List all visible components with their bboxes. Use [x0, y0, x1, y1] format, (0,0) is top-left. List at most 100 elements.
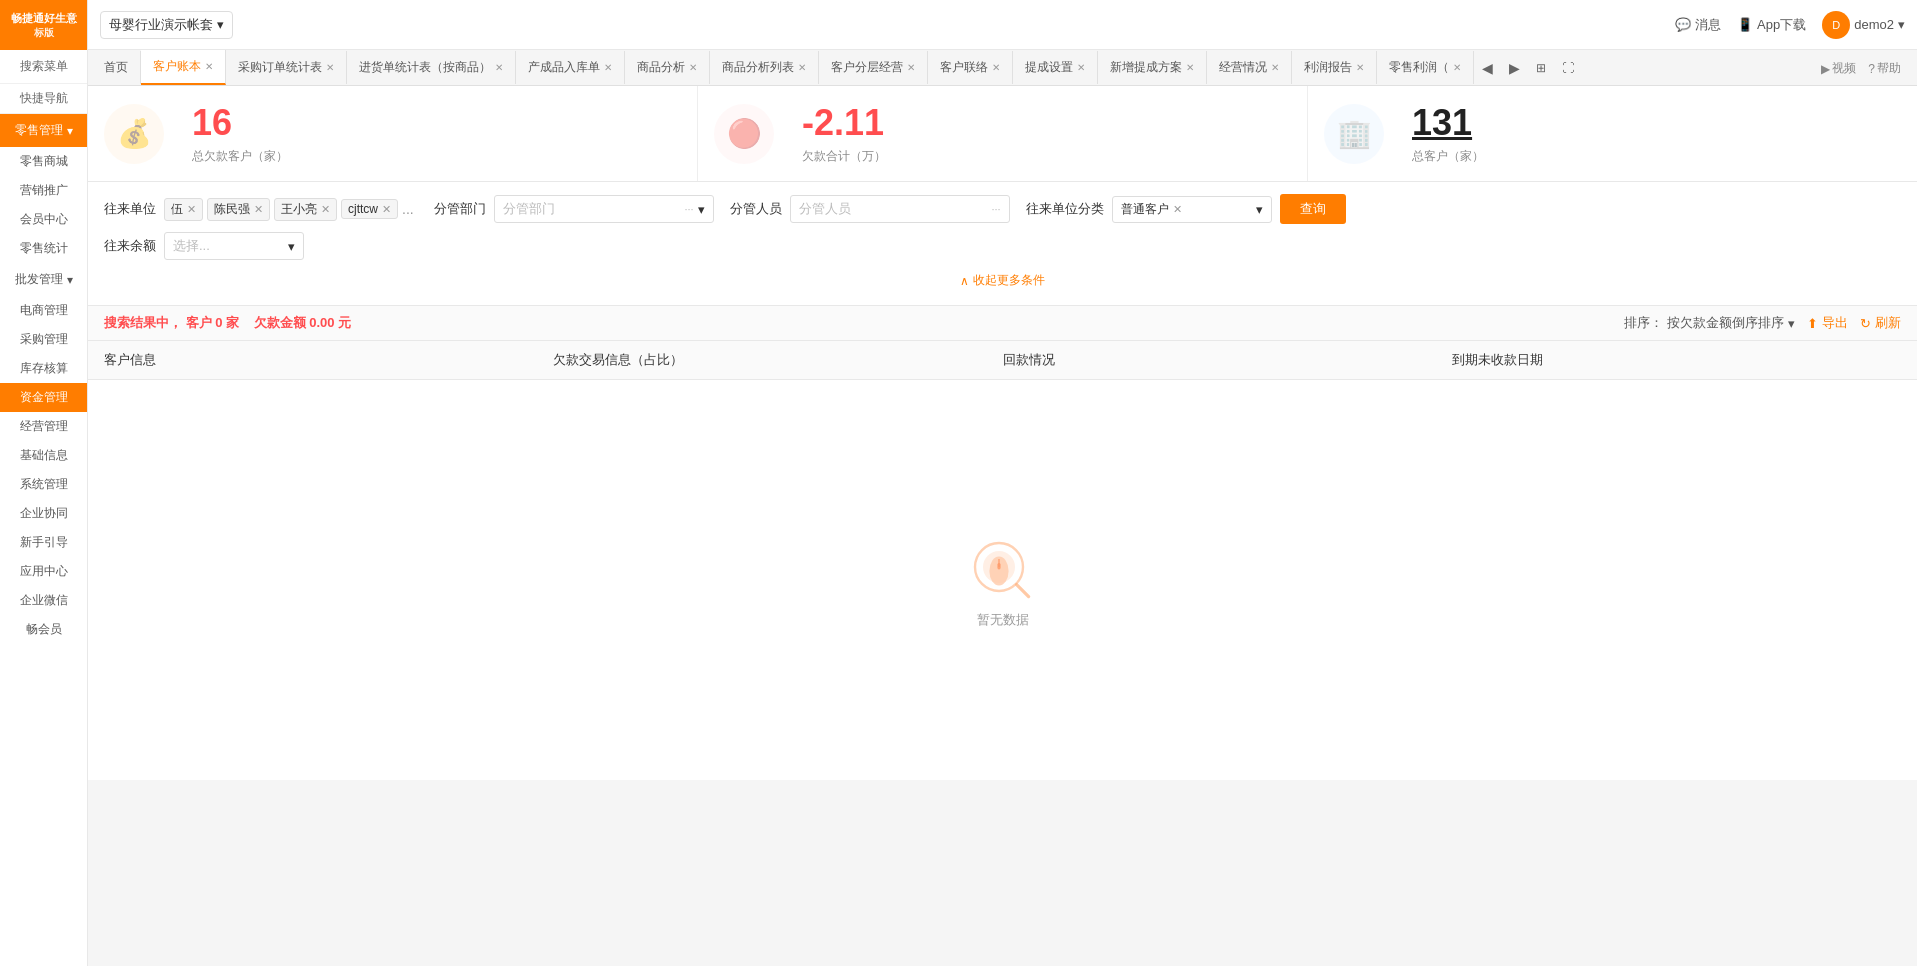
partner-type-selector[interactable]: 普通客户 ✕ ▾ — [1112, 196, 1272, 223]
tab-customer-contact[interactable]: 客户联络 ✕ — [928, 51, 1013, 84]
tab-product-inbound-label: 产成品入库单 — [528, 59, 600, 76]
results-amount-label: 欠款金额 — [254, 315, 306, 330]
filter-tag-0[interactable]: 伍 ✕ — [164, 198, 203, 221]
tab-product-inbound[interactable]: 产成品入库单 ✕ — [516, 51, 625, 84]
tab-goods-analysis[interactable]: 商品分析 ✕ — [625, 51, 710, 84]
tab-close-inbound-stat[interactable]: ✕ — [495, 62, 503, 73]
partner-type-tag[interactable]: 普通客户 ✕ — [1121, 201, 1182, 218]
sidebar-item-ops[interactable]: 经营管理 — [0, 412, 87, 441]
tab-customer-tier[interactable]: 客户分层经营 ✕ — [819, 51, 928, 84]
filter-tag-0-text: 伍 — [171, 201, 183, 218]
balance-selector[interactable]: 选择... ▾ — [164, 232, 304, 260]
sidebar-item-ecom[interactable]: 电商管理 — [0, 296, 87, 325]
person-selector[interactable]: 分管人员 ··· — [790, 195, 1010, 223]
sidebar-item-wecom[interactable]: 企业微信 — [0, 586, 87, 615]
filter-tag-1[interactable]: 陈民强 ✕ — [207, 198, 270, 221]
sidebar-item-corp[interactable]: 企业协同 — [0, 499, 87, 528]
tab-close-new-improve[interactable]: ✕ — [1186, 62, 1194, 73]
tab-close-accounts-receivable[interactable]: ✕ — [205, 61, 213, 72]
tab-purchase-order[interactable]: 采购订单统计表 ✕ — [226, 51, 347, 84]
tab-new-improve[interactable]: 新增提成方案 ✕ — [1098, 51, 1207, 84]
empty-state: 暂无数据 — [903, 471, 1103, 689]
tab-close-goods-analysis[interactable]: ✕ — [689, 62, 697, 73]
account-selector[interactable]: 母婴行业演示帐套 ▾ — [100, 11, 233, 39]
filter-collapse-btn[interactable]: ∧ 收起更多条件 — [104, 268, 1901, 293]
query-button[interactable]: 查询 — [1280, 194, 1346, 224]
tab-close-biz-situation[interactable]: ✕ — [1271, 62, 1279, 73]
tab-accounts-receivable[interactable]: 客户账本 ✕ — [141, 50, 226, 85]
tab-retail-profit[interactable]: 零售利润（ ✕ — [1377, 51, 1474, 84]
sidebar-item-batch[interactable]: 批发管理 ▾ — [0, 263, 87, 296]
sidebar-item-retail-stat[interactable]: 零售统计 — [0, 234, 87, 263]
tab-next-btn[interactable]: ▶ — [1501, 56, 1528, 80]
tab-fullscreen-btn[interactable]: ⛶ — [1554, 57, 1582, 79]
sidebar-item-retail-mall[interactable]: 零售商城 — [0, 147, 87, 176]
stat-overdue-customers: 💰 16 总欠款客户（家） — [88, 86, 698, 181]
tab-expand-btn[interactable]: ⊞ — [1528, 57, 1554, 79]
sidebar-item-marketing[interactable]: 营销推广 — [0, 176, 87, 205]
sidebar-item-newbie[interactable]: 新手引导 — [0, 528, 87, 557]
sidebar-item-member[interactable]: 会员中心 — [0, 205, 87, 234]
sidebar-logo: 畅捷通好生意 标版 — [0, 0, 87, 50]
chevron-down-icon-user: ▾ — [1898, 17, 1905, 32]
filter-tag-1-close[interactable]: ✕ — [254, 203, 263, 216]
results-amount-value: 0.00 — [309, 315, 334, 330]
sidebar-search[interactable]: 搜索菜单 — [0, 50, 87, 84]
tab-close-product-inbound[interactable]: ✕ — [604, 62, 612, 73]
main-area: 母婴行业演示帐套 ▾ 💬 消息 📱 App下载 D demo2 ▾ 首页 — [88, 0, 1917, 966]
sidebar-item-finance[interactable]: 资金管理 — [0, 383, 87, 412]
refresh-icon: ↻ — [1860, 316, 1871, 331]
refresh-btn[interactable]: ↻ 刷新 — [1860, 314, 1901, 332]
filter-tag-3-text: cjttcw — [348, 202, 378, 216]
tab-improve-settings[interactable]: 提成设置 ✕ — [1013, 51, 1098, 84]
tab-home[interactable]: 首页 — [92, 51, 141, 84]
partner-type-tag-close[interactable]: ✕ — [1173, 203, 1182, 216]
tab-customer-tier-label: 客户分层经营 — [831, 59, 903, 76]
sidebar-item-basic[interactable]: 基础信息 — [0, 441, 87, 470]
filter-more-btn[interactable]: ... — [402, 201, 414, 217]
filter-tag-3[interactable]: cjttcw ✕ — [341, 199, 398, 219]
dept-selector[interactable]: 分管部门 ··· ▾ — [494, 195, 714, 223]
tab-close-retail-profit[interactable]: ✕ — [1453, 62, 1461, 73]
tab-close-improve-settings[interactable]: ✕ — [1077, 62, 1085, 73]
account-selector-text: 母婴行业演示帐套 — [109, 16, 213, 34]
col-due-date: 到期未收款日期 — [1452, 351, 1901, 369]
user-menu[interactable]: D demo2 ▾ — [1822, 11, 1905, 39]
tab-biz-situation[interactable]: 经营情况 ✕ — [1207, 51, 1292, 84]
sidebar-item-vip[interactable]: 畅会员 — [0, 615, 87, 644]
filter-row-1: 往来单位 伍 ✕ 陈民强 ✕ 王小亮 ✕ cjttcw — [104, 194, 1901, 224]
tab-home-label: 首页 — [104, 59, 128, 76]
sidebar-quicknav[interactable]: 快捷导航 — [0, 84, 87, 114]
messages-btn[interactable]: 💬 消息 — [1675, 16, 1721, 34]
dept-placeholder: 分管部门 — [503, 200, 555, 218]
tab-close-customer-contact[interactable]: ✕ — [992, 62, 1000, 73]
filter-tag-0-close[interactable]: ✕ — [187, 203, 196, 216]
results-customers-unit: 家 — [226, 315, 239, 330]
tab-close-purchase-order[interactable]: ✕ — [326, 62, 334, 73]
partner-type-chevron-icon: ▾ — [1256, 202, 1263, 217]
sidebar-item-inventory[interactable]: 库存核算 — [0, 354, 87, 383]
col-overdue-info: 欠款交易信息（占比） — [553, 351, 1002, 369]
tab-close-goods-analysis-list[interactable]: ✕ — [798, 62, 806, 73]
tab-inbound-stat[interactable]: 进货单统计表（按商品） ✕ — [347, 51, 516, 84]
topbar-left: 母婴行业演示帐套 ▾ — [100, 11, 233, 39]
table-body: 暂无数据 — [88, 380, 1917, 780]
filter-tag-2[interactable]: 王小亮 ✕ — [274, 198, 337, 221]
collapse-label: 收起更多条件 — [973, 272, 1045, 289]
tab-goods-analysis-list[interactable]: 商品分析列表 ✕ — [710, 51, 819, 84]
app-download-btn[interactable]: 📱 App下载 — [1737, 16, 1806, 34]
filter-tag-3-close[interactable]: ✕ — [382, 203, 391, 216]
tab-prev-btn[interactable]: ◀ — [1474, 56, 1501, 80]
overdue-customers-value: 16 — [192, 102, 288, 144]
sidebar-item-system[interactable]: 系统管理 — [0, 470, 87, 499]
sidebar-item-retail[interactable]: 零售管理 ▾ — [0, 114, 87, 147]
tab-profit-report[interactable]: 利润报告 ✕ — [1292, 51, 1377, 84]
export-btn[interactable]: ⬆ 导出 — [1807, 314, 1848, 332]
sidebar-item-purchase[interactable]: 采购管理 — [0, 325, 87, 354]
sort-selector[interactable]: 排序： 按欠款金额倒序排序 ▾ — [1624, 314, 1795, 332]
filter-tag-2-close[interactable]: ✕ — [321, 203, 330, 216]
sidebar-item-apps[interactable]: 应用中心 — [0, 557, 87, 586]
tab-close-customer-tier[interactable]: ✕ — [907, 62, 915, 73]
balance-placeholder: 选择... — [173, 237, 210, 255]
tab-close-profit-report[interactable]: ✕ — [1356, 62, 1364, 73]
